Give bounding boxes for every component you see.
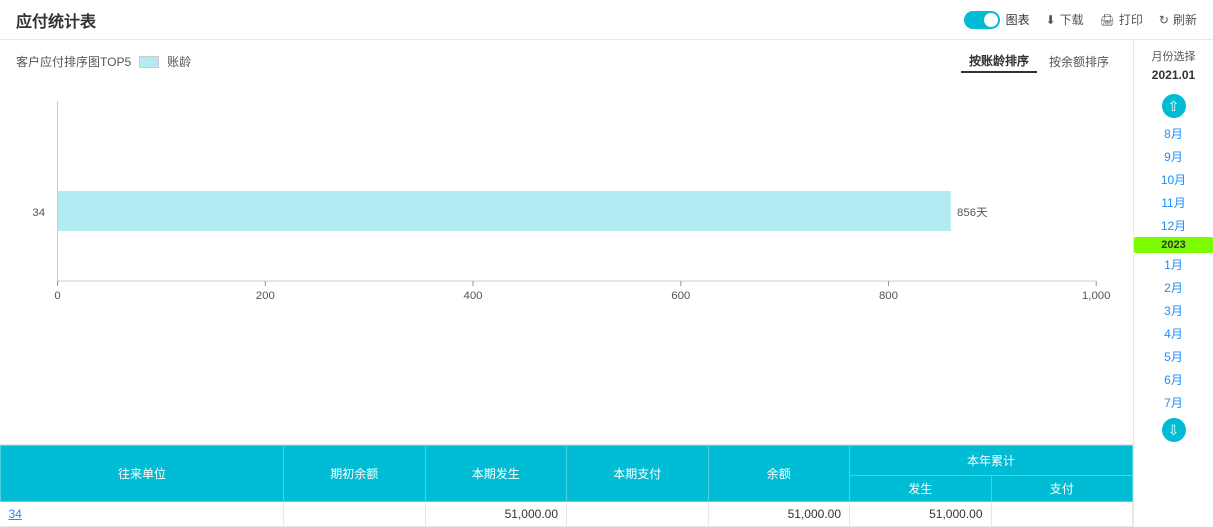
svg-text:800: 800 — [879, 290, 898, 302]
chart-toggle-label: 图表 — [1006, 11, 1030, 28]
left-panel: 客户应付排序图TOP5 账龄 按账龄排序 按余额排序 34 — [0, 40, 1133, 527]
chart-toggle[interactable]: 图表 — [964, 11, 1030, 29]
sidebar-title: 月份选择 — [1152, 48, 1196, 64]
svg-text:1,000: 1,000 — [1082, 290, 1111, 302]
col-unit-header: 往来单位 — [1, 446, 284, 502]
chart-header: 客户应付排序图TOP5 账龄 按账龄排序 按余额排序 — [16, 50, 1117, 73]
month-item[interactable]: 1月 — [1134, 253, 1213, 276]
cell-unit[interactable]: 34 — [1, 502, 284, 527]
cell-current-occur: 51,000.00 — [425, 502, 567, 527]
table-header-row1: 往来单位 期初余额 本期发生 本期支付 余额 本年累计 — [1, 446, 1133, 476]
right-sidebar: 月份选择 2021.01 ⇧ 8月9月10月11月12月20231月2月3月4月… — [1133, 40, 1213, 527]
bar-rect — [58, 191, 951, 231]
header-actions: 图表 ⬇ 下载 🖨 打印 ↻ 刷新 — [964, 11, 1197, 29]
cell-opening — [284, 502, 426, 527]
svg-text:0: 0 — [54, 290, 60, 302]
sidebar-arrow-down[interactable]: ⇩ — [1162, 418, 1186, 442]
toggle-track[interactable] — [964, 11, 1000, 29]
table-area: 往来单位 期初余额 本期发生 本期支付 余额 本年累计 发生 支付 — [0, 444, 1133, 527]
col-opening-header: 期初余额 — [284, 446, 426, 502]
col-current-occur-header: 本期发生 — [425, 446, 567, 502]
sort-by-amount-button[interactable]: 按余额排序 — [1041, 50, 1117, 73]
month-item[interactable]: 11月 — [1134, 191, 1213, 214]
data-table: 往来单位 期初余额 本期发生 本期支付 余额 本年累计 发生 支付 — [0, 445, 1133, 527]
toggle-thumb — [984, 13, 998, 27]
month-item[interactable]: 9月 — [1134, 145, 1213, 168]
col-year-occur-header: 发生 — [850, 476, 992, 502]
download-label: 下载 — [1060, 11, 1084, 28]
month-item[interactable]: 5月 — [1134, 345, 1213, 368]
app-container: 应付统计表 图表 ⬇ 下载 🖨 打印 ↻ 刷新 — [0, 0, 1213, 527]
year-label: 2023 — [1134, 237, 1213, 253]
cell-year-occur: 51,000.00 — [850, 502, 992, 527]
month-item[interactable]: 2月 — [1134, 276, 1213, 299]
main-content: 客户应付排序图TOP5 账龄 按账龄排序 按余额排序 34 — [0, 40, 1213, 527]
header: 应付统计表 图表 ⬇ 下载 🖨 打印 ↻ 刷新 — [0, 0, 1213, 40]
svg-text:200: 200 — [256, 290, 275, 302]
chart-legend-title: 客户应付排序图TOP5 — [16, 53, 131, 70]
table-body: 34 51,000.00 51,000.00 51,000.00 — [1, 502, 1133, 527]
print-icon: 🖨 — [1100, 13, 1115, 27]
print-label: 打印 — [1119, 11, 1143, 28]
sidebar-current-value: 2021.01 — [1152, 68, 1195, 82]
download-icon: ⬇ — [1046, 13, 1056, 27]
month-item[interactable]: 12月 — [1134, 214, 1213, 237]
cell-current-pay — [567, 502, 709, 527]
download-button[interactable]: ⬇ 下载 — [1046, 11, 1084, 28]
print-button[interactable]: 🖨 打印 — [1100, 11, 1143, 28]
col-current-pay-header: 本期支付 — [567, 446, 709, 502]
chart-sort-buttons: 按账龄排序 按余额排序 — [961, 50, 1117, 73]
bar-y-label: 34 — [32, 207, 45, 219]
cell-balance: 51,000.00 — [708, 502, 850, 527]
sidebar-arrow-up[interactable]: ⇧ — [1162, 94, 1186, 118]
svg-text:400: 400 — [463, 290, 482, 302]
col-year-pay-header: 支付 — [991, 476, 1133, 502]
bar-chart-svg: 34 856天 0 — [16, 81, 1117, 341]
bar-end-label: 856天 — [957, 207, 987, 219]
refresh-icon: ↻ — [1159, 13, 1169, 27]
legend-color-box — [139, 56, 159, 68]
refresh-label: 刷新 — [1173, 11, 1197, 28]
month-item[interactable]: 10月 — [1134, 168, 1213, 191]
chart-area: 客户应付排序图TOP5 账龄 按账龄排序 按余额排序 34 — [0, 40, 1133, 444]
month-item[interactable]: 6月 — [1134, 368, 1213, 391]
table-row: 34 51,000.00 51,000.00 51,000.00 — [1, 502, 1133, 527]
bar-chart: 34 856天 0 — [16, 81, 1117, 341]
cell-year-pay — [991, 502, 1133, 527]
page-title: 应付统计表 — [16, 8, 96, 32]
sort-by-balance-button[interactable]: 按账龄排序 — [961, 50, 1037, 73]
month-list: 8月9月10月11月12月20231月2月3月4月5月6月7月 — [1134, 122, 1213, 414]
refresh-button[interactable]: ↻ 刷新 — [1159, 11, 1197, 28]
col-balance-header: 余额 — [708, 446, 850, 502]
month-item[interactable]: 3月 — [1134, 299, 1213, 322]
chart-legend-color-label: 账龄 — [167, 53, 191, 70]
svg-text:600: 600 — [671, 290, 690, 302]
col-year-group-header: 本年累计 — [850, 446, 1133, 476]
month-item[interactable]: 8月 — [1134, 122, 1213, 145]
chart-legend: 客户应付排序图TOP5 账龄 — [16, 53, 191, 70]
month-item[interactable]: 7月 — [1134, 391, 1213, 414]
month-item[interactable]: 4月 — [1134, 322, 1213, 345]
